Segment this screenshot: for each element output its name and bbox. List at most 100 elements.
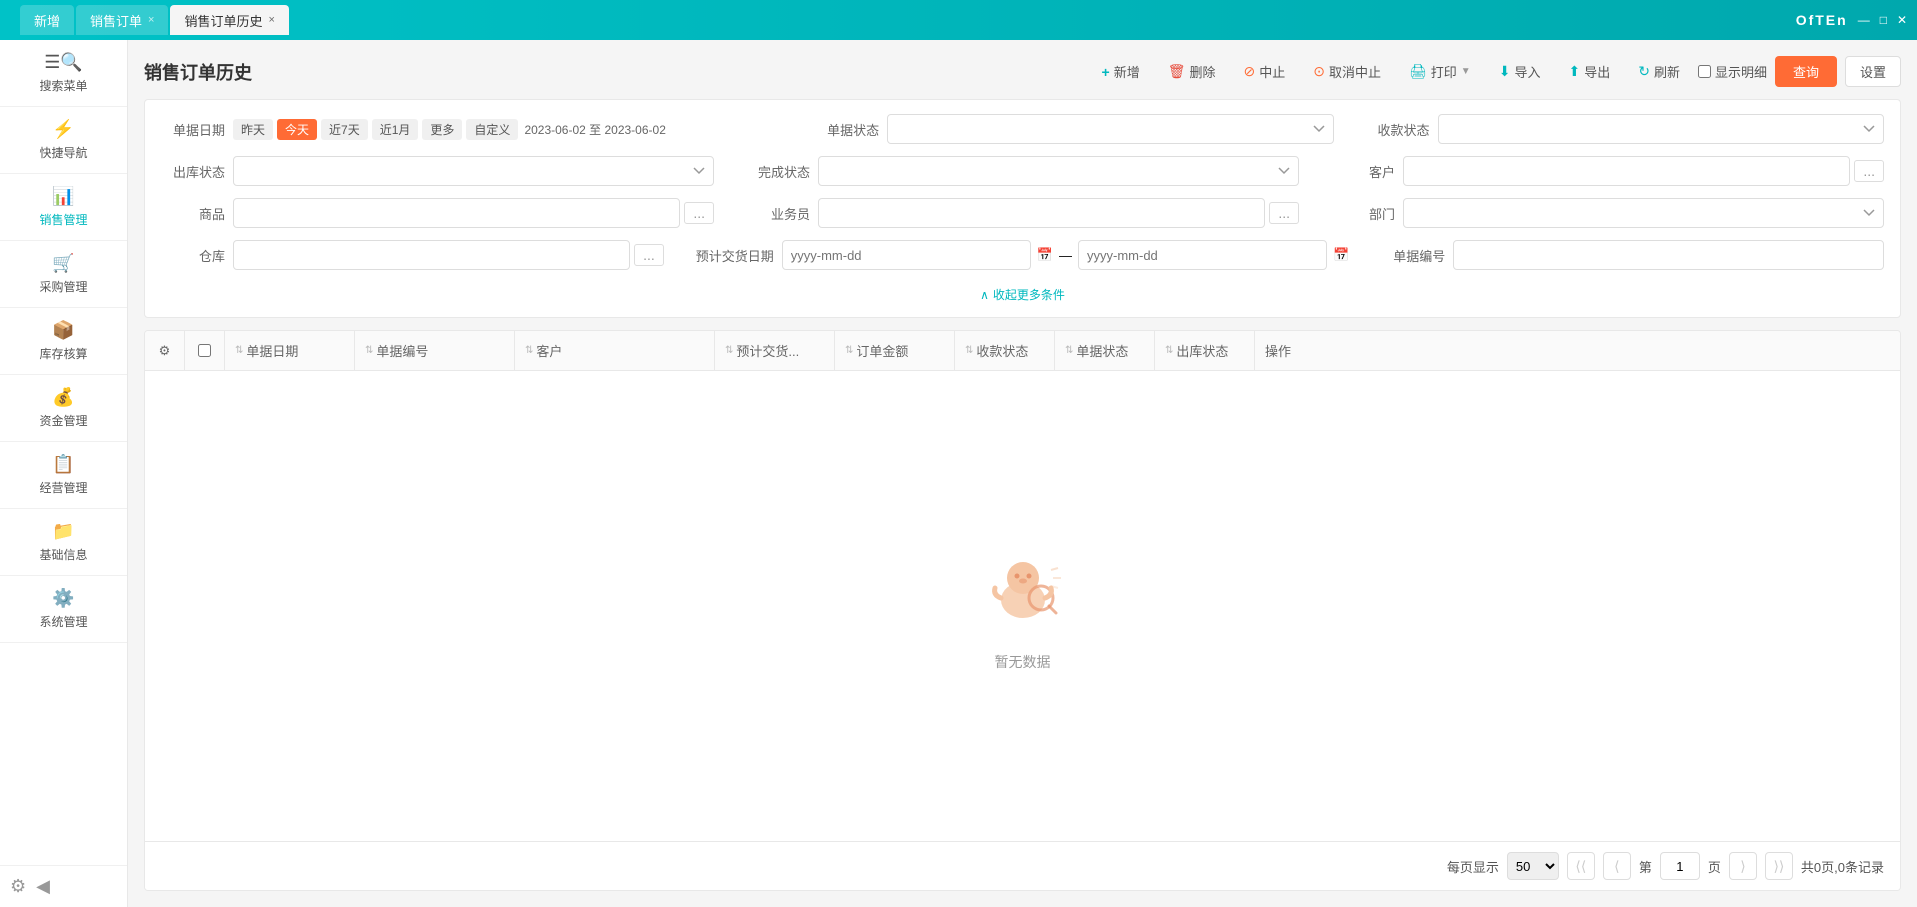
brand-label: OfTEn bbox=[1796, 12, 1848, 28]
department-select[interactable] bbox=[1403, 198, 1884, 228]
cancel-stop-button[interactable]: ⊙ 取消中止 bbox=[1303, 57, 1391, 86]
receipt-status-select[interactable] bbox=[1438, 114, 1884, 144]
import-button[interactable]: ⬇ 导入 bbox=[1489, 57, 1551, 86]
close-tab-sales-history[interactable]: × bbox=[268, 14, 274, 26]
cancel-stop-icon: ⊙ bbox=[1313, 63, 1325, 80]
filter-date-field: 单据日期 昨天 今天 近7天 近1月 更多 自定义 2023-06-02 至 2… bbox=[161, 119, 783, 140]
th-customer[interactable]: ⇅ 客户 bbox=[515, 331, 715, 370]
customer-ellipsis-button[interactable]: ... bbox=[1854, 160, 1884, 182]
th-out-status[interactable]: ⇅ 出库状态 bbox=[1155, 331, 1255, 370]
settings-button[interactable]: 设置 bbox=[1845, 56, 1901, 87]
th-amount[interactable]: ⇅ 订单金额 bbox=[835, 331, 955, 370]
out-status-select[interactable] bbox=[233, 156, 714, 186]
table-header: ⚙ ⇅ 单据日期 ⇅ 单据编号 ⇅ 客户 bbox=[145, 331, 1900, 371]
calendar-start-icon[interactable]: 📅 bbox=[1037, 247, 1053, 263]
stop-button[interactable]: ⊘ 中止 bbox=[1234, 57, 1296, 86]
close-tab-sales-order[interactable]: × bbox=[148, 14, 154, 26]
th-bill-status[interactable]: ⇅ 单据状态 bbox=[1055, 331, 1155, 370]
th-check[interactable] bbox=[185, 331, 225, 370]
settings-bottom-icon[interactable]: ⚙ bbox=[10, 876, 26, 897]
top-bar: 新增 销售订单 × 销售订单历史 × OfTEn — □ ✕ bbox=[0, 0, 1917, 40]
date-range-text: 2023-06-02 至 2023-06-02 bbox=[524, 121, 665, 138]
sidebar-item-finance[interactable]: 💰 资金管理 bbox=[0, 375, 127, 442]
th-date[interactable]: ⇅ 单据日期 bbox=[225, 331, 355, 370]
salesman-ellipsis-button[interactable]: ... bbox=[1269, 202, 1299, 224]
window-close-button[interactable]: ✕ bbox=[1897, 13, 1907, 27]
bill-status-label: 单据状态 bbox=[815, 120, 887, 139]
next-page-button[interactable]: ⟩ bbox=[1729, 852, 1757, 880]
sidebar-item-base-info[interactable]: 📁 基础信息 bbox=[0, 509, 127, 576]
collapse-sidebar-icon[interactable]: ◀ bbox=[36, 876, 50, 897]
th-num[interactable]: ⇅ 单据编号 bbox=[355, 331, 515, 370]
tab-sales-order[interactable]: 销售订单 × bbox=[76, 5, 168, 35]
goods-input[interactable] bbox=[233, 198, 680, 228]
bill-status-select[interactable] bbox=[887, 114, 1333, 144]
goods-label: 商品 bbox=[161, 204, 233, 223]
sort-icon: ⇅ bbox=[1165, 345, 1173, 356]
export-button[interactable]: ⬆ 导出 bbox=[1558, 57, 1620, 86]
sort-icon: ⇅ bbox=[845, 345, 853, 356]
show-detail-checkbox[interactable] bbox=[1698, 65, 1711, 78]
last-page-button[interactable]: ⟩⟩ bbox=[1765, 852, 1793, 880]
page-label: 第 bbox=[1639, 857, 1652, 876]
complete-status-select[interactable] bbox=[818, 156, 1299, 186]
sidebar-item-search-menu[interactable]: ☰🔍 搜索菜单 bbox=[0, 40, 127, 107]
date-tag-more[interactable]: 更多 bbox=[422, 119, 462, 140]
select-all-checkbox[interactable] bbox=[198, 344, 211, 357]
sort-icon: ⇅ bbox=[365, 345, 373, 356]
inventory-icon: 📦 bbox=[52, 320, 74, 341]
table-settings-icon[interactable]: ⚙ bbox=[159, 343, 171, 359]
collapse-filter-row[interactable]: ∧ 收起更多条件 bbox=[161, 282, 1884, 303]
show-detail-checkbox-label[interactable]: 显示明细 bbox=[1698, 62, 1767, 81]
delete-button[interactable]: 🗑 删除 bbox=[1158, 57, 1226, 86]
th-settings[interactable]: ⚙ bbox=[145, 331, 185, 370]
warehouse-ellipsis-button[interactable]: ... bbox=[634, 244, 664, 266]
sidebar-item-sys-mgmt[interactable]: ⚙️ 系统管理 bbox=[0, 576, 127, 643]
add-button[interactable]: + 新增 bbox=[1092, 57, 1150, 86]
sidebar-item-label: 基础信息 bbox=[39, 546, 87, 563]
prev-page-button[interactable]: ⟨ bbox=[1603, 852, 1631, 880]
th-receipt-status[interactable]: ⇅ 收款状态 bbox=[955, 331, 1055, 370]
date-tag-yesterday[interactable]: 昨天 bbox=[233, 119, 273, 140]
refresh-button[interactable]: ↻ 刷新 bbox=[1628, 57, 1690, 86]
filter-panel: 单据日期 昨天 今天 近7天 近1月 更多 自定义 2023-06-02 至 2… bbox=[144, 99, 1901, 318]
tab-sales-history[interactable]: 销售订单历史 × bbox=[170, 5, 288, 35]
warehouse-input[interactable] bbox=[233, 240, 630, 270]
first-page-button[interactable]: ⟨⟨ bbox=[1567, 852, 1595, 880]
date-tag-1month[interactable]: 近1月 bbox=[372, 119, 419, 140]
sidebar-item-sales-mgmt[interactable]: 📊 销售管理 bbox=[0, 174, 127, 241]
sidebar-bottom: ⚙ ◀ bbox=[0, 865, 127, 907]
delivery-date-end-input[interactable] bbox=[1078, 240, 1327, 270]
bill-num-label: 单据编号 bbox=[1381, 246, 1453, 265]
filter-out-status-field: 出库状态 bbox=[161, 156, 714, 186]
page-unit: 页 bbox=[1708, 857, 1721, 876]
complete-status-label: 完成状态 bbox=[746, 162, 818, 181]
print-button[interactable]: 🖨 打印 ▼ bbox=[1399, 57, 1481, 86]
query-button[interactable]: 查询 bbox=[1775, 56, 1837, 87]
sidebar-item-label: 采购管理 bbox=[39, 278, 87, 295]
sidebar-item-inventory[interactable]: 📦 库存核算 bbox=[0, 308, 127, 375]
bill-num-input[interactable] bbox=[1453, 240, 1884, 270]
sidebar-item-purchase-mgmt[interactable]: 🛒 采购管理 bbox=[0, 241, 127, 308]
date-tag-7days[interactable]: 近7天 bbox=[321, 119, 368, 140]
filter-complete-status-field: 完成状态 bbox=[746, 156, 1299, 186]
minimize-button[interactable]: — bbox=[1858, 13, 1870, 27]
goods-ellipsis-button[interactable]: ... bbox=[684, 202, 714, 224]
delivery-date-label: 预计交货日期 bbox=[696, 246, 782, 265]
customer-input[interactable] bbox=[1403, 156, 1850, 186]
maximize-button[interactable]: □ bbox=[1880, 13, 1887, 27]
refresh-icon: ↻ bbox=[1638, 63, 1650, 80]
sidebar-item-operations[interactable]: 📋 经营管理 bbox=[0, 442, 127, 509]
salesman-input[interactable] bbox=[818, 198, 1265, 228]
delete-icon: 🗑 bbox=[1168, 63, 1186, 80]
date-tag-today[interactable]: 今天 bbox=[277, 119, 317, 140]
page-input[interactable] bbox=[1660, 852, 1700, 880]
per-page-select[interactable]: 10 20 50 100 bbox=[1507, 852, 1559, 880]
delivery-date-start-input[interactable] bbox=[782, 240, 1031, 270]
th-delivery[interactable]: ⇅ 预计交货... bbox=[715, 331, 835, 370]
tab-home[interactable]: 新增 bbox=[20, 5, 74, 35]
calendar-end-icon[interactable]: 📅 bbox=[1333, 247, 1349, 263]
date-tag-custom[interactable]: 自定义 bbox=[466, 119, 518, 140]
pagination: 每页显示 10 20 50 100 ⟨⟨ ⟨ 第 页 ⟩ ⟩⟩ 共0页,0条记录 bbox=[145, 841, 1900, 890]
sidebar-item-quick-nav[interactable]: ⚡ 快捷导航 bbox=[0, 107, 127, 174]
